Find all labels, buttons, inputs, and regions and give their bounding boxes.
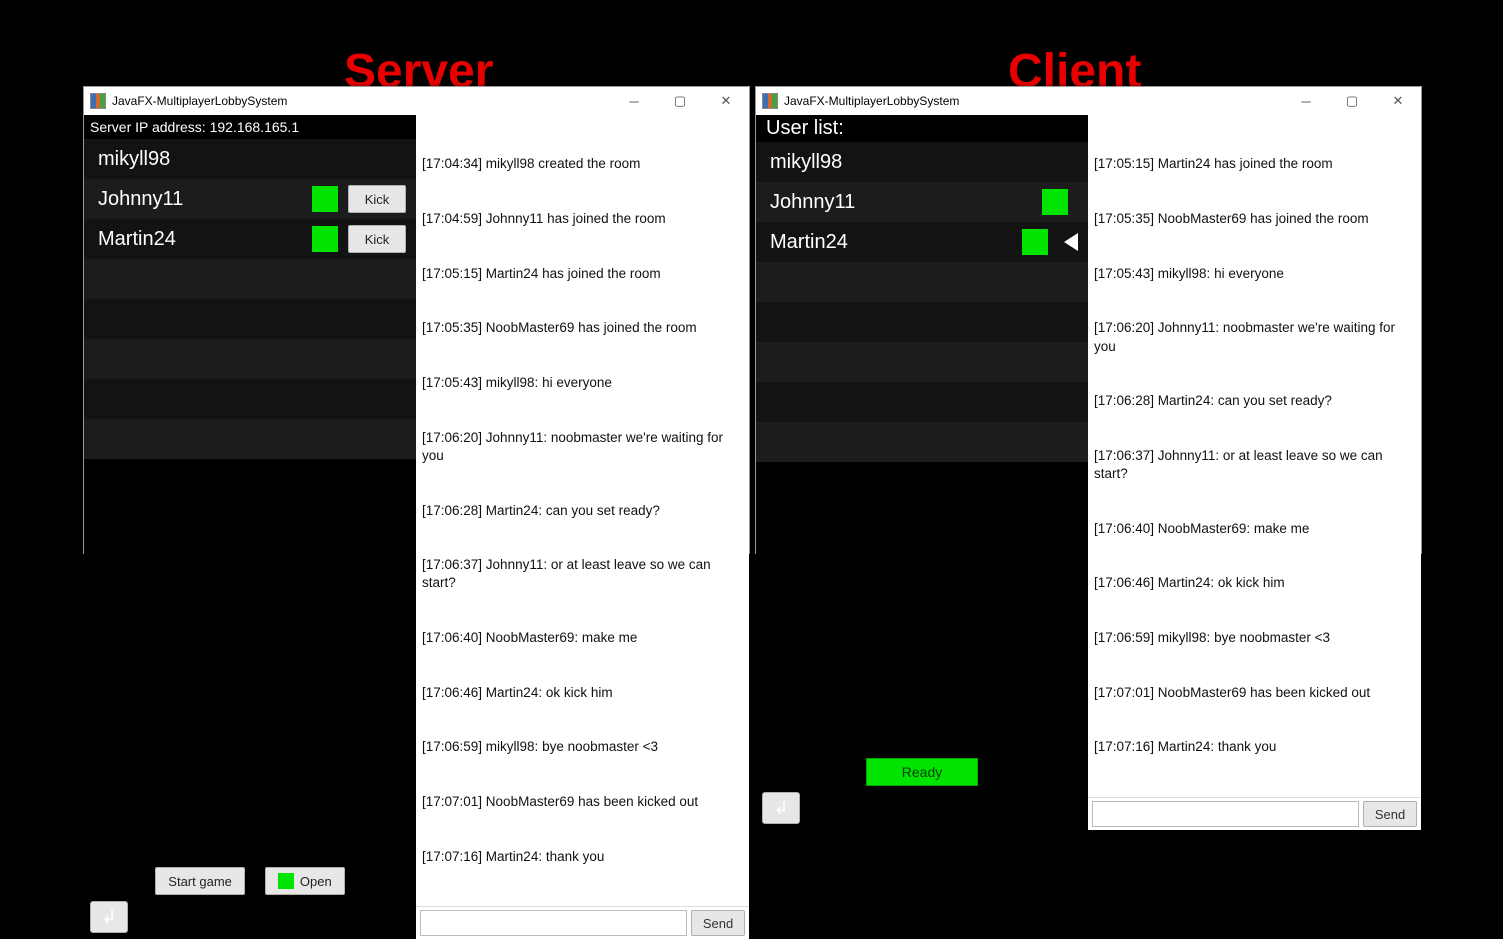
user-row-empty (84, 339, 416, 379)
user-row-empty (756, 342, 1088, 382)
user-row-empty (756, 262, 1088, 302)
user-row-empty (84, 379, 416, 419)
maximize-button[interactable]: ▢ (1329, 87, 1375, 115)
titlebar[interactable]: JavaFX-MultiplayerLobbySystem ─ ▢ ✕ (84, 87, 749, 115)
minimize-button[interactable]: ─ (1283, 87, 1329, 115)
window-title: JavaFX-MultiplayerLobbySystem (112, 94, 287, 108)
user-row-empty (84, 259, 416, 299)
chat-input[interactable] (1092, 801, 1359, 827)
client-user-list: mikyll98 Johnny11 Martin24 (756, 142, 1088, 462)
user-row: mikyll98 (756, 142, 1088, 182)
open-lobby-button[interactable]: Open (265, 867, 345, 895)
app-icon (90, 93, 106, 109)
back-button[interactable]: ↲ (762, 792, 800, 824)
client-left-panel: User list: mikyll98 Johnny11 Martin24 (756, 115, 1088, 830)
maximize-button[interactable]: ▢ (657, 87, 703, 115)
user-row-empty (84, 419, 416, 459)
window-title: JavaFX-MultiplayerLobbySystem (784, 94, 959, 108)
user-row-empty (756, 422, 1088, 462)
client-chat-log: [17:05:15] Martin24 has joined the room … (1088, 115, 1421, 797)
user-row: Martin24 (756, 222, 1088, 262)
ready-button[interactable]: Ready (866, 758, 978, 786)
server-window: JavaFX-MultiplayerLobbySystem ─ ▢ ✕ Serv… (83, 86, 750, 554)
user-row-empty (84, 299, 416, 339)
client-chat-panel: [17:05:15] Martin24 has joined the room … (1088, 115, 1421, 830)
server-user-list: mikyll98 Johnny11 Kick Martin24 Kick (84, 139, 416, 459)
user-row-empty (756, 302, 1088, 342)
minimize-button[interactable]: ─ (611, 87, 657, 115)
open-indicator-icon (278, 873, 294, 889)
user-row-empty (756, 382, 1088, 422)
user-row: Johnny11 (756, 182, 1088, 222)
user-name: Johnny11 (766, 191, 1042, 214)
send-button[interactable]: Send (1363, 801, 1417, 827)
user-name: mikyll98 (94, 148, 406, 171)
user-row: Johnny11 Kick (84, 179, 416, 219)
server-chat-log: [17:04:34] mikyll98 created the room [17… (416, 115, 749, 906)
user-list-header: User list: (756, 115, 1088, 142)
app-icon (762, 93, 778, 109)
back-button[interactable]: ↲ (90, 901, 128, 933)
server-left-panel: Server IP address: 192.168.165.1 mikyll9… (84, 115, 416, 939)
ready-indicator-icon (1022, 229, 1048, 255)
close-button[interactable]: ✕ (703, 87, 749, 115)
send-button[interactable]: Send (691, 910, 745, 936)
kick-button[interactable]: Kick (348, 225, 406, 253)
user-row: mikyll98 (84, 139, 416, 179)
self-marker-icon (1064, 233, 1078, 251)
ready-indicator-icon (312, 226, 338, 252)
client-window: JavaFX-MultiplayerLobbySystem ─ ▢ ✕ User… (755, 86, 1422, 554)
close-button[interactable]: ✕ (1375, 87, 1421, 115)
titlebar[interactable]: JavaFX-MultiplayerLobbySystem ─ ▢ ✕ (756, 87, 1421, 115)
user-row: Martin24 Kick (84, 219, 416, 259)
ready-indicator-icon (312, 186, 338, 212)
chat-input[interactable] (420, 910, 687, 936)
server-chat-panel: [17:04:34] mikyll98 created the room [17… (416, 115, 749, 939)
start-game-button[interactable]: Start game (155, 867, 245, 895)
server-ip-label: Server IP address: 192.168.165.1 (84, 115, 416, 139)
user-name: Martin24 (766, 231, 1022, 254)
open-label: Open (300, 874, 332, 889)
ready-indicator-icon (1042, 189, 1068, 215)
user-name: Johnny11 (94, 188, 312, 211)
user-name: Martin24 (94, 228, 312, 251)
user-name: mikyll98 (766, 151, 1078, 174)
kick-button[interactable]: Kick (348, 185, 406, 213)
